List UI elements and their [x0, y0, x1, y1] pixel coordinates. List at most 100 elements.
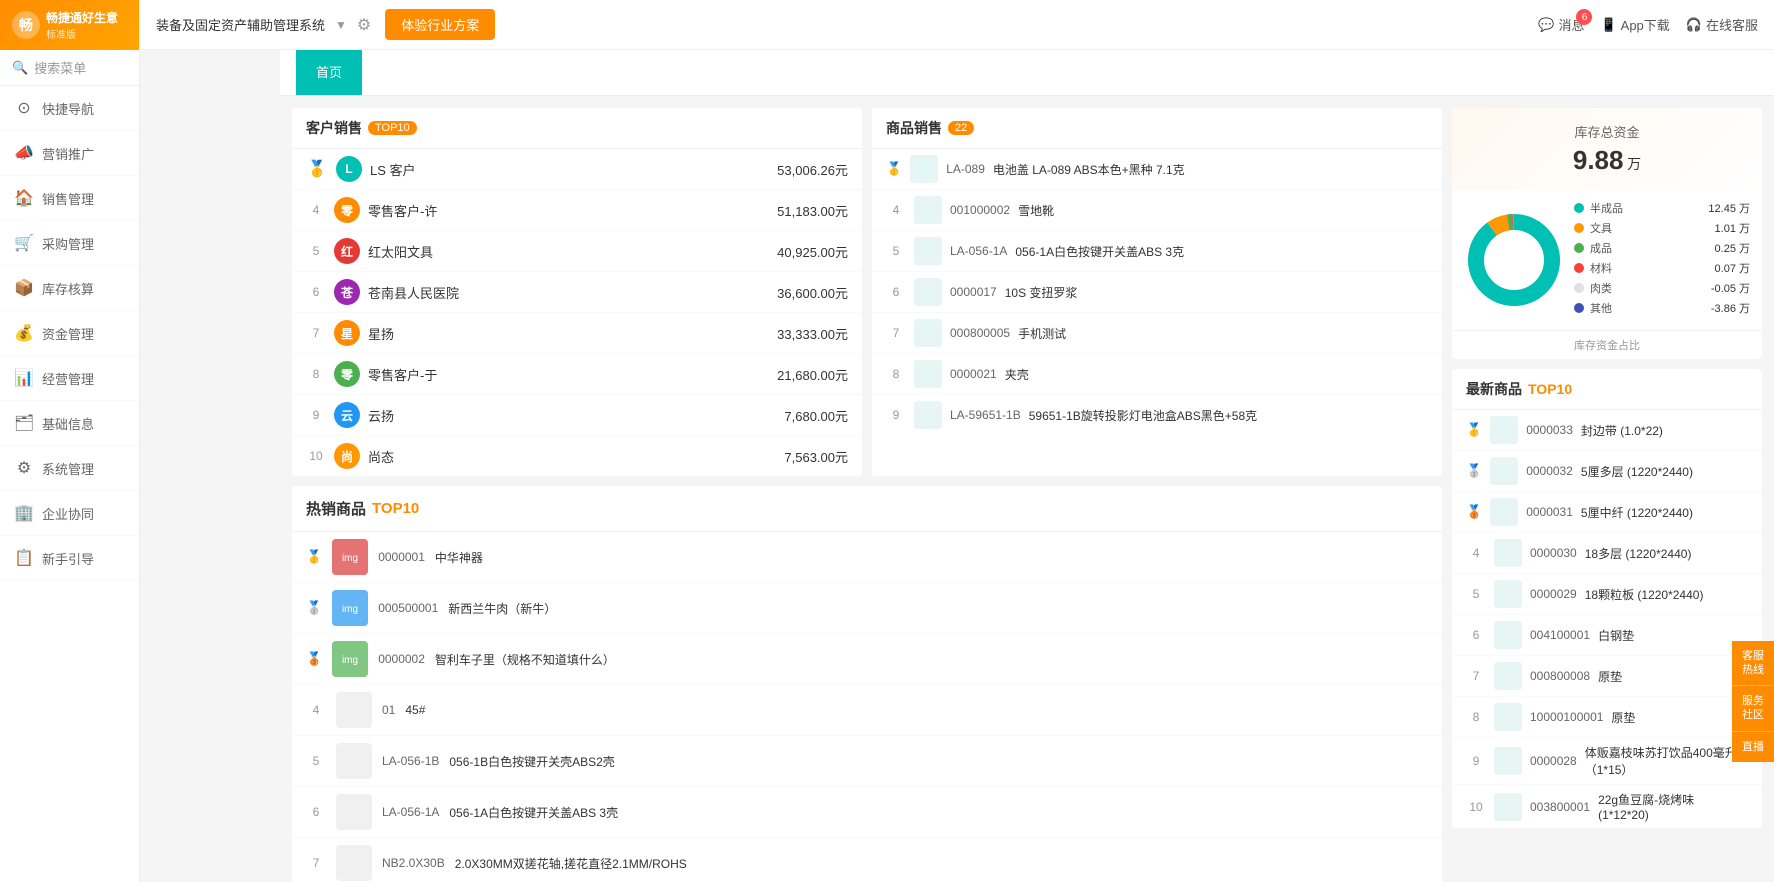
new-product-row-2: 🥈 0000032 5厘多层 (1220*2440): [1452, 451, 1762, 492]
product-img-6: [914, 360, 942, 388]
customer-row-7: 9 云 云扬 7,680.00元: [292, 395, 862, 436]
hot-product-row-4: 4 01 45#: [292, 685, 1442, 736]
hot-products-title: 热销商品: [306, 498, 366, 519]
donut-legend: 半成品 12.45 万 文具 1.01 万 成品 0.25 万: [1574, 200, 1750, 320]
product-sales-title: 商品销售: [886, 118, 942, 138]
legend-dot-3: [1574, 243, 1584, 253]
legend-item-1: 半成品 12.45 万: [1574, 200, 1750, 216]
new-product-row-8: 8 10000100001 原垫: [1452, 697, 1762, 738]
sidebar-item-marketing[interactable]: 📣 营销推广: [0, 131, 139, 176]
product-row-6: 8 0000021 夹壳: [872, 354, 1442, 395]
product-row-4: 6 0000017 10S 变扭罗浆: [872, 272, 1442, 313]
sidebar-item-guide[interactable]: 📋 新手引导: [0, 536, 139, 581]
hot-product-img-6: [336, 794, 372, 830]
sidebar-item-quick-nav[interactable]: ⊙ 快捷导航: [0, 86, 139, 131]
svg-text:img: img: [342, 553, 358, 564]
rank-medal-1: 🥇: [306, 158, 328, 180]
legend-dot-2: [1574, 223, 1584, 233]
left-column: 客户销售 TOP10 🥇 L LS 客户 53,006.26元: [292, 108, 1442, 882]
legend-dot-5: [1574, 283, 1584, 293]
hot-product-row-2: 🥈 img 000500001 新西兰牛肉（新牛）: [292, 583, 1442, 634]
hot-product-img-3: img: [332, 641, 368, 677]
new-product-row-9: 9 0000028 体贩嘉枝味苏打饮品400毫升（1*15）: [1452, 738, 1762, 785]
sidebar-item-basic[interactable]: 🗂 基础信息: [0, 401, 139, 446]
app-download-button[interactable]: 📱 App下载: [1600, 15, 1669, 34]
hot-product-img-7: [336, 845, 372, 881]
new-products-title: 最新商品: [1466, 379, 1522, 399]
new-products-panel: 最新商品 TOP10 🥇 0000033 封边带 (1.0*22) 🥈 0000…: [1452, 369, 1762, 828]
customer-row-5: 7 星 星扬 33,333.00元: [292, 313, 862, 354]
legend-dot-1: [1574, 203, 1584, 213]
product-img-2: [914, 196, 942, 224]
new-product-row-10: 10 003800001 22g鱼豆腐-烧烤味 (1*12*20): [1452, 785, 1762, 828]
float-btn-community[interactable]: 服务社区: [1732, 686, 1774, 732]
customer-avatar-6: 零: [334, 361, 360, 387]
main-content: 首页 客户销售 TOP10 🥇 L LS 客户: [280, 50, 1774, 882]
phone-icon: 📱: [1600, 17, 1616, 33]
new-product-row-3: 🥉 0000031 5厘中纤 (1220*2440): [1452, 492, 1762, 533]
customer-avatar-2: 零: [334, 197, 360, 223]
new-product-img-8: [1494, 703, 1522, 731]
search-icon: 🔍: [12, 60, 28, 76]
nav-icon: 💰: [14, 323, 34, 343]
messages-button[interactable]: 💬 消息 6: [1538, 15, 1584, 34]
product-img-3: [914, 237, 942, 265]
tab-home[interactable]: 首页: [296, 50, 362, 95]
new-product-row-5: 5 0000029 18颗粒板 (1220*2440): [1452, 574, 1762, 615]
sidebar-item-purchase[interactable]: 🛒 采购管理: [0, 221, 139, 266]
legend-dot-4: [1574, 263, 1584, 273]
rank-medal-p1: 🥇: [886, 161, 902, 177]
customer-avatar-8: 尚: [334, 443, 360, 469]
new-rank-medal-1: 🥇: [1466, 422, 1482, 438]
sidebar-item-operations[interactable]: 📊 经营管理: [0, 356, 139, 401]
new-product-img-10: [1494, 793, 1522, 821]
hot-product-img-2: img: [332, 590, 368, 626]
new-product-img-4: [1494, 539, 1522, 567]
nav-icon: ⚙: [14, 458, 34, 478]
legend-item-3: 成品 0.25 万: [1574, 240, 1750, 256]
customer-row-3: 5 红 红太阳文具 40,925.00元: [292, 231, 862, 272]
svg-text:img: img: [342, 655, 358, 666]
nav-icon: 📦: [14, 278, 34, 298]
trial-button[interactable]: 体验行业方案: [385, 9, 495, 40]
float-btn-service[interactable]: 客服热线: [1732, 641, 1774, 687]
new-product-row-4: 4 0000030 18多层 (1220*2440): [1452, 533, 1762, 574]
product-img-4: [914, 278, 942, 306]
sidebar-item-system[interactable]: ⚙ 系统管理: [0, 446, 139, 491]
float-buttons: 客服热线 服务社区 直播: [1732, 641, 1774, 762]
topbar: 装备及固定资产辅助管理系统 ▼ ⚙ 体验行业方案 💬 消息 6 📱 App下载 …: [140, 0, 1774, 50]
legend-item-2: 文具 1.01 万: [1574, 220, 1750, 236]
product-row-1: 🥇 LA-089 电池盖 LA-089 ABS本色+黑种 7.1克: [872, 149, 1442, 190]
settings-icon[interactable]: ⚙: [357, 15, 371, 35]
hot-product-img-1: img: [332, 539, 368, 575]
donut-chart-area: 半成品 12.45 万 文具 1.01 万 成品 0.25 万: [1452, 190, 1762, 330]
sidebar-item-finance[interactable]: 💰 资金管理: [0, 311, 139, 356]
float-btn-live[interactable]: 直播: [1732, 732, 1774, 762]
online-service-button[interactable]: 🎧 在线客服: [1686, 15, 1758, 34]
hot-rank-medal-3: 🥉: [306, 651, 322, 667]
customer-avatar-3: 红: [334, 238, 360, 264]
new-products-header: 最新商品 TOP10: [1452, 369, 1762, 410]
search-menu[interactable]: 🔍 搜索菜单: [0, 50, 139, 86]
customer-avatar-4: 苍: [334, 279, 360, 305]
new-product-img-6: [1494, 621, 1522, 649]
legend-item-4: 材料 0.07 万: [1574, 260, 1750, 276]
dropdown-arrow-icon[interactable]: ▼: [335, 18, 347, 32]
logo-text: 畅捷通好生意 标准版: [46, 9, 118, 41]
nav-icon: 🛒: [14, 233, 34, 253]
sidebar-item-sales[interactable]: 🏠 销售管理: [0, 176, 139, 221]
donut-chart: [1464, 210, 1564, 310]
new-product-img-2: [1490, 457, 1518, 485]
hot-rank-medal-1: 🥇: [306, 549, 322, 565]
hot-rank-medal-2: 🥈: [306, 600, 322, 616]
sidebar-item-inventory[interactable]: 📦 库存核算: [0, 266, 139, 311]
topbar-right: 💬 消息 6 📱 App下载 🎧 在线客服: [1538, 15, 1758, 34]
customer-row-2: 4 零 零售客户-许 51,183.00元: [292, 190, 862, 231]
message-icon: 💬: [1538, 17, 1554, 33]
sidebar-item-cooperation[interactable]: 🏢 企业协同: [0, 491, 139, 536]
logo-icon: 畅: [12, 11, 40, 39]
content-area: 客户销售 TOP10 🥇 L LS 客户 53,006.26元: [280, 96, 1774, 882]
hot-product-row-6: 6 LA-056-1A 056-1A白色按键开关盖ABS 3壳: [292, 787, 1442, 838]
product-sales-panel: 商品销售 22 🥇 LA-089 电池盖 LA-089 ABS本色+黑种 7.1…: [872, 108, 1442, 476]
new-product-row-6: 6 004100001 白钢垫: [1452, 615, 1762, 656]
